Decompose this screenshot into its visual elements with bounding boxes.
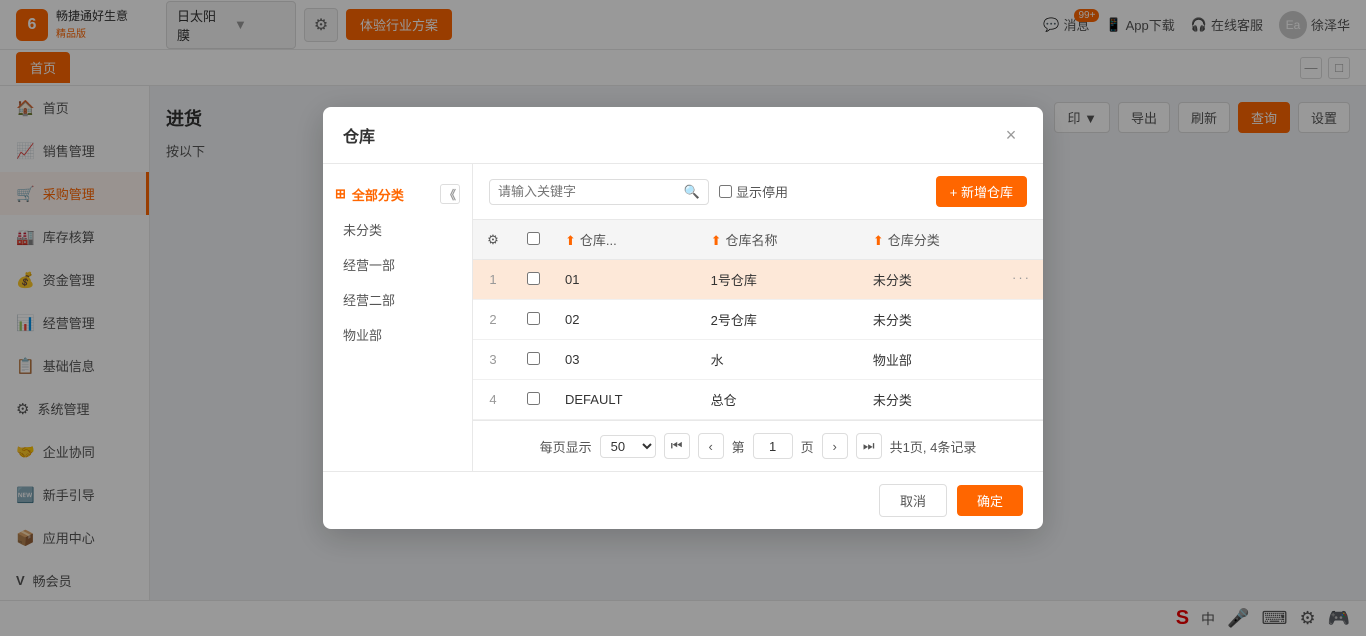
row-category: 物业部: [861, 340, 1043, 380]
row-name: 水: [699, 340, 861, 380]
col-settings: ⚙: [473, 220, 513, 260]
page-label: 第: [732, 437, 745, 456]
table-row[interactable]: 1 01 1号仓库 未分类···: [473, 260, 1043, 300]
row-category: 未分类: [861, 380, 1043, 420]
sort-icon-3: ⬆: [873, 233, 884, 248]
table-header: ⚙ ⬆仓库... ⬆仓库名称 ⬆仓库分类: [473, 220, 1043, 260]
category-item-business1[interactable]: 经营一部: [323, 247, 472, 282]
category-header-label: 全部分类: [352, 185, 404, 204]
col-checkbox: [513, 220, 553, 260]
category-item-unclassified[interactable]: 未分类: [323, 212, 472, 247]
page-number-input[interactable]: [753, 433, 793, 459]
table-row[interactable]: 3 03 水 物业部: [473, 340, 1043, 380]
row-checkbox[interactable]: [527, 272, 540, 285]
modal-overlay[interactable]: 仓库 × ⊞ 全部分类 《 未分类 经营一部 经营二部 物业部: [0, 0, 1366, 636]
row-checkbox[interactable]: [527, 312, 540, 325]
per-page-label: 每页显示: [540, 437, 592, 456]
search-icon[interactable]: 🔍: [684, 184, 700, 200]
row-num: 4: [473, 380, 513, 420]
warehouse-table-container: ⚙ ⬆仓库... ⬆仓库名称 ⬆仓库分类 1 01 1号仓库 未分类··· 2: [473, 220, 1043, 420]
confirm-button[interactable]: 确定: [957, 485, 1023, 516]
row-name: 2号仓库: [699, 300, 861, 340]
cancel-button[interactable]: 取消: [879, 484, 947, 517]
row-num: 3: [473, 340, 513, 380]
first-page-button[interactable]: ⏮: [664, 433, 690, 459]
category-panel: ⊞ 全部分类 《 未分类 经营一部 经营二部 物业部: [323, 164, 473, 471]
per-page-select[interactable]: 50 100 200: [600, 435, 656, 458]
pagination: 每页显示 50 100 200 ⏮ ‹ 第 页 › ⏭ 共1页, 4条记录: [473, 420, 1043, 471]
category-header: ⊞ 全部分类 《: [323, 176, 472, 212]
row-code: 02: [553, 300, 699, 340]
modal-title: 仓库: [343, 123, 375, 147]
show-disabled-checkbox[interactable]: 显示停用: [719, 182, 788, 201]
new-warehouse-button[interactable]: + 新增仓库: [936, 176, 1027, 207]
col-code: ⬆仓库...: [553, 220, 699, 260]
row-code: 03: [553, 340, 699, 380]
row-checkbox-cell: [513, 300, 553, 340]
col-name: ⬆仓库名称: [699, 220, 861, 260]
table-toolbar: 🔍 显示停用 + 新增仓库: [473, 164, 1043, 220]
table-panel: 🔍 显示停用 + 新增仓库 ⚙: [473, 164, 1043, 471]
search-input[interactable]: [498, 184, 684, 199]
show-disabled-label: 显示停用: [736, 182, 788, 201]
row-checkbox[interactable]: [527, 392, 540, 405]
modal-footer: 取消 确定: [323, 471, 1043, 529]
last-page-button[interactable]: ⏭: [856, 433, 882, 459]
search-box: 🔍: [489, 179, 709, 205]
col-category: ⬆仓库分类: [861, 220, 1043, 260]
row-code: 01: [553, 260, 699, 300]
modal-header: 仓库 ×: [323, 107, 1043, 164]
page-suffix: 页: [801, 437, 814, 456]
grid-icon: ⊞: [335, 186, 346, 202]
row-checkbox[interactable]: [527, 352, 540, 365]
next-page-button[interactable]: ›: [822, 433, 848, 459]
table-row[interactable]: 2 02 2号仓库 未分类: [473, 300, 1043, 340]
row-code: DEFAULT: [553, 380, 699, 420]
category-item-business2[interactable]: 经营二部: [323, 282, 472, 317]
table-body: 1 01 1号仓库 未分类··· 2 02 2号仓库 未分类 3 03 水 物业…: [473, 260, 1043, 420]
row-num: 1: [473, 260, 513, 300]
modal-body: ⊞ 全部分类 《 未分类 经营一部 经营二部 物业部 🔍: [323, 164, 1043, 471]
close-button[interactable]: ×: [999, 123, 1023, 147]
row-checkbox-cell: [513, 380, 553, 420]
select-all-checkbox[interactable]: [527, 232, 540, 245]
show-disabled-input[interactable]: [719, 185, 732, 198]
page-summary: 共1页, 4条记录: [890, 437, 977, 456]
row-num: 2: [473, 300, 513, 340]
sort-icon-2: ⬆: [711, 233, 722, 248]
row-category: 未分类···: [861, 260, 1043, 300]
warehouse-table: ⚙ ⬆仓库... ⬆仓库名称 ⬆仓库分类 1 01 1号仓库 未分类··· 2: [473, 220, 1043, 420]
table-row[interactable]: 4 DEFAULT 总仓 未分类: [473, 380, 1043, 420]
row-category: 未分类: [861, 300, 1043, 340]
row-name: 1号仓库: [699, 260, 861, 300]
prev-page-button[interactable]: ‹: [698, 433, 724, 459]
collapse-button[interactable]: 《: [440, 184, 460, 204]
category-item-property[interactable]: 物业部: [323, 317, 472, 352]
row-checkbox-cell: [513, 260, 553, 300]
row-action-dots[interactable]: ···: [1012, 270, 1031, 285]
warehouse-modal: 仓库 × ⊞ 全部分类 《 未分类 经营一部 经营二部 物业部: [323, 107, 1043, 529]
row-checkbox-cell: [513, 340, 553, 380]
sort-icon: ⬆: [565, 233, 576, 248]
row-name: 总仓: [699, 380, 861, 420]
